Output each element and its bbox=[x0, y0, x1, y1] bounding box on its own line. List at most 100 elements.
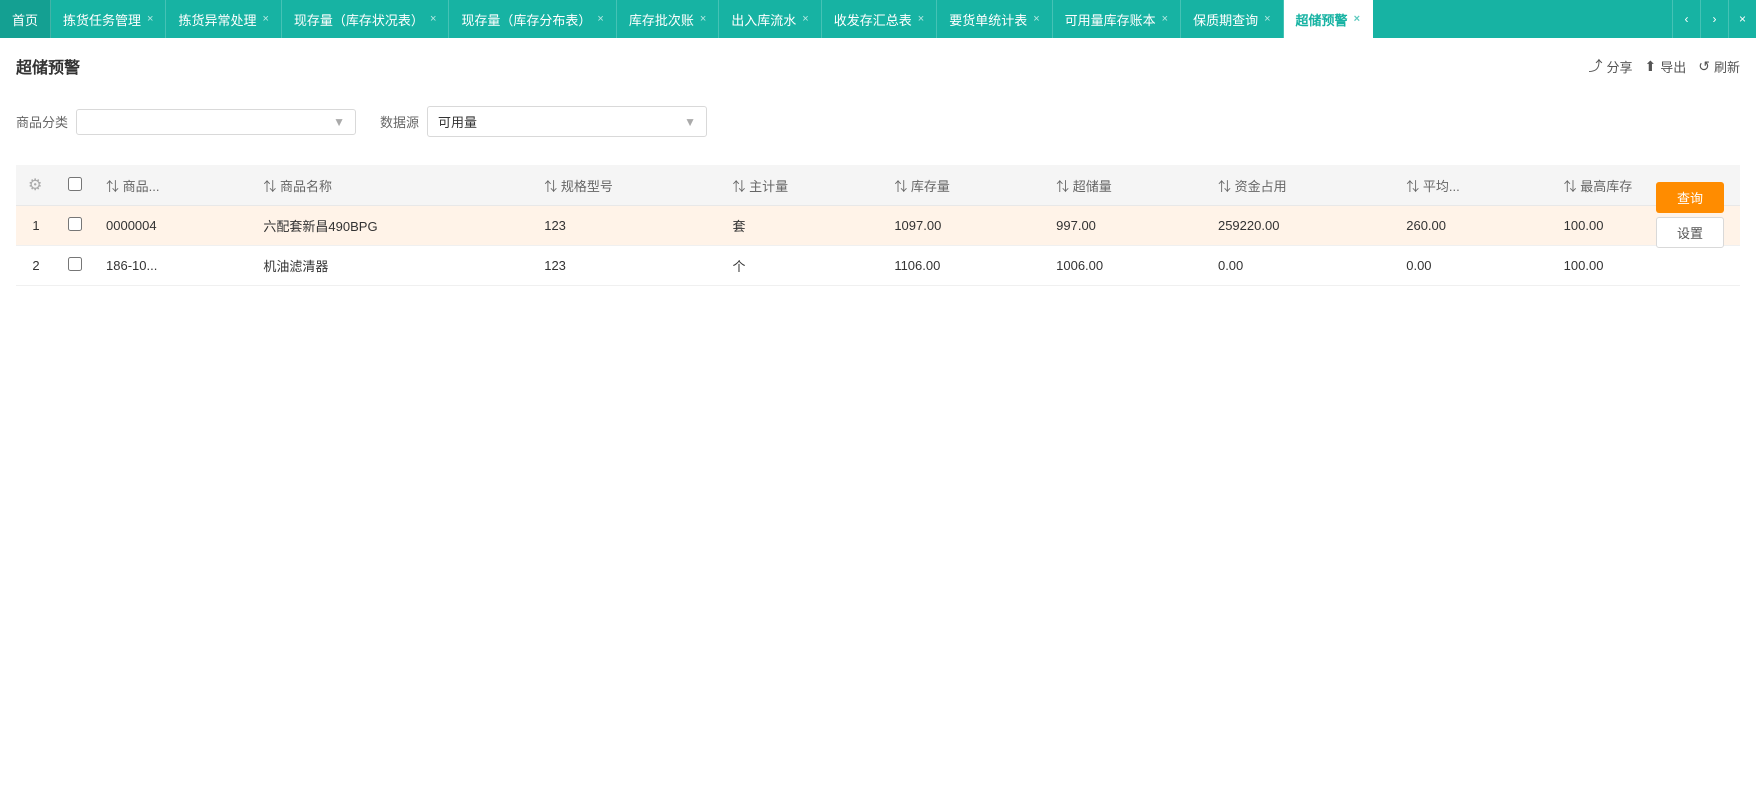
nav-item-close-3[interactable]: × bbox=[430, 13, 436, 25]
row-capital-1: 0.00 bbox=[1206, 246, 1394, 286]
row-unit-0: 套 bbox=[720, 206, 882, 246]
nav-item-7[interactable]: 收发存汇总表× bbox=[822, 0, 937, 38]
col-over-stock-label: ⇅ 超储量 bbox=[1056, 179, 1112, 194]
col-spec-label: ⇅ 规格型号 bbox=[544, 179, 613, 194]
row-checkbox-cell-1 bbox=[56, 246, 94, 286]
col-avg-price-label: ⇅ 平均... bbox=[1406, 179, 1459, 194]
col-settings: ⚙ bbox=[16, 165, 56, 206]
nav-item-close-5[interactable]: × bbox=[700, 13, 706, 25]
col-max-stock-label: ⇅ 最高库存 bbox=[1564, 179, 1633, 194]
nav-item-4[interactable]: 现存量（库存分布表）× bbox=[449, 0, 616, 38]
nav-item-0[interactable]: 首页 bbox=[0, 0, 51, 38]
table-header: ⚙ ⇅ 商品... ⇅ 商品名称 ⇅ 规格型号 ⇅ 主计量 bbox=[16, 165, 1740, 206]
nav-item-close-8[interactable]: × bbox=[1033, 13, 1039, 25]
col-product-code: ⇅ 商品... bbox=[94, 165, 251, 206]
row-spec-1: 123 bbox=[532, 246, 720, 286]
nav-prev-arrow[interactable]: ‹ bbox=[1672, 0, 1700, 38]
settings-gear-icon[interactable]: ⚙ bbox=[28, 177, 42, 194]
refresh-label: 刷新 bbox=[1714, 57, 1740, 76]
col-checkbox bbox=[56, 165, 94, 206]
refresh-icon: ↺ bbox=[1698, 58, 1710, 75]
nav-item-2[interactable]: 拣货异常处理× bbox=[166, 0, 281, 38]
export-action[interactable]: ⬆ 导出 bbox=[1645, 57, 1687, 76]
col-stock: ⇅ 库存量 bbox=[882, 165, 1044, 206]
nav-item-close-9[interactable]: × bbox=[1162, 13, 1168, 25]
table-row: 2 186-10... 机油滤清器 123 个 1106.00 1006.00 … bbox=[16, 246, 1740, 286]
col-product-code-label: ⇅ 商品... bbox=[106, 179, 159, 194]
nav-item-close-7[interactable]: × bbox=[918, 13, 924, 25]
share-label: 分享 bbox=[1606, 57, 1632, 76]
row-max-stock-1: 100.00 bbox=[1552, 246, 1740, 286]
col-over-stock: ⇅ 超储量 bbox=[1044, 165, 1206, 206]
row-product-name-0: 六配套新昌490BPG bbox=[251, 206, 532, 246]
nav-item-10[interactable]: 保质期查询× bbox=[1181, 0, 1283, 38]
data-source-filter: 数据源 可用量 ▼ bbox=[380, 106, 707, 137]
row-avg-price-0: 260.00 bbox=[1394, 206, 1551, 246]
nav-item-3[interactable]: 现存量（库存状况表）× bbox=[282, 0, 449, 38]
select-all-checkbox[interactable] bbox=[68, 177, 82, 191]
col-spec: ⇅ 规格型号 bbox=[532, 165, 720, 206]
row-num-1: 2 bbox=[16, 246, 56, 286]
table-row: 1 0000004 六配套新昌490BPG 123 套 1097.00 997.… bbox=[16, 206, 1740, 246]
row-stock-1: 1106.00 bbox=[882, 246, 1044, 286]
nav-arrows: ‹ › × bbox=[1672, 0, 1756, 38]
col-product-name-label: ⇅ 商品名称 bbox=[263, 179, 332, 194]
export-icon: ⬆ bbox=[1645, 58, 1657, 75]
share-icon: ⤴ bbox=[1588, 56, 1602, 76]
nav-item-close-2[interactable]: × bbox=[262, 13, 268, 25]
row-unit-1: 个 bbox=[720, 246, 882, 286]
row-product-code-0: 0000004 bbox=[94, 206, 251, 246]
query-button[interactable]: 查询 bbox=[1656, 182, 1724, 213]
data-source-select[interactable]: 可用量 ▼ bbox=[427, 106, 707, 137]
filter-buttons: 查询 设置 bbox=[1656, 182, 1724, 248]
page-title: 超储预警 bbox=[16, 54, 80, 78]
col-avg-price: ⇅ 平均... bbox=[1394, 165, 1551, 206]
col-capital: ⇅ 资金占用 bbox=[1206, 165, 1394, 206]
row-capital-0: 259220.00 bbox=[1206, 206, 1394, 246]
filter-area: 商品分类 ▼ 数据源 可用量 ▼ bbox=[16, 94, 1740, 149]
export-label: 导出 bbox=[1660, 57, 1686, 76]
col-capital-label: ⇅ 资金占用 bbox=[1218, 179, 1287, 194]
data-source-arrow-icon: ▼ bbox=[684, 115, 696, 129]
row-over-stock-1: 1006.00 bbox=[1044, 246, 1206, 286]
product-category-select[interactable]: ▼ bbox=[76, 109, 356, 135]
col-stock-label: ⇅ 库存量 bbox=[894, 179, 950, 194]
nav-next-arrow[interactable]: › bbox=[1700, 0, 1728, 38]
nav-item-close-1[interactable]: × bbox=[147, 13, 153, 25]
page-actions: ⤴ 分享 ⬆ 导出 ↺ 刷新 bbox=[1588, 56, 1740, 76]
data-source-label: 数据源 bbox=[380, 112, 419, 131]
nav-item-close-4[interactable]: × bbox=[597, 13, 603, 25]
settings-button[interactable]: 设置 bbox=[1656, 217, 1724, 248]
row-stock-0: 1097.00 bbox=[882, 206, 1044, 246]
row-num-0: 1 bbox=[16, 206, 56, 246]
col-unit: ⇅ 主计量 bbox=[720, 165, 882, 206]
top-navigation: 首页拣货任务管理×拣货异常处理×现存量（库存状况表）×现存量（库存分布表）×库存… bbox=[0, 0, 1756, 38]
nav-close-arrow[interactable]: × bbox=[1728, 0, 1756, 38]
data-source-value: 可用量 bbox=[438, 112, 477, 131]
row-checkbox-0[interactable] bbox=[68, 217, 82, 231]
nav-item-1[interactable]: 拣货任务管理× bbox=[51, 0, 166, 38]
nav-item-5[interactable]: 库存批次账× bbox=[617, 0, 719, 38]
nav-item-close-11[interactable]: × bbox=[1354, 13, 1360, 25]
product-category-label: 商品分类 bbox=[16, 112, 68, 131]
nav-item-6[interactable]: 出入库流水× bbox=[719, 0, 821, 38]
row-product-name-1: 机油滤清器 bbox=[251, 246, 532, 286]
product-category-arrow-icon: ▼ bbox=[333, 115, 345, 129]
col-product-name: ⇅ 商品名称 bbox=[251, 165, 532, 206]
data-table: ⚙ ⇅ 商品... ⇅ 商品名称 ⇅ 规格型号 ⇅ 主计量 bbox=[16, 165, 1740, 286]
nav-item-close-6[interactable]: × bbox=[802, 13, 808, 25]
row-spec-0: 123 bbox=[532, 206, 720, 246]
refresh-action[interactable]: ↺ 刷新 bbox=[1698, 57, 1740, 76]
nav-item-11[interactable]: 超储预警× bbox=[1284, 0, 1373, 38]
table-header-row: ⚙ ⇅ 商品... ⇅ 商品名称 ⇅ 规格型号 ⇅ 主计量 bbox=[16, 165, 1740, 206]
table-body: 1 0000004 六配套新昌490BPG 123 套 1097.00 997.… bbox=[16, 206, 1740, 286]
row-checkbox-1[interactable] bbox=[68, 257, 82, 271]
product-category-filter: 商品分类 ▼ bbox=[16, 109, 356, 135]
nav-item-close-10[interactable]: × bbox=[1264, 13, 1270, 25]
page-content: 超储预警 ⤴ 分享 ⬆ 导出 ↺ 刷新 商品分类 bbox=[0, 38, 1756, 800]
row-over-stock-0: 997.00 bbox=[1044, 206, 1206, 246]
share-action[interactable]: ⤴ 分享 bbox=[1588, 56, 1632, 76]
nav-item-8[interactable]: 要货单统计表× bbox=[937, 0, 1052, 38]
row-product-code-1: 186-10... bbox=[94, 246, 251, 286]
nav-item-9[interactable]: 可用量库存账本× bbox=[1053, 0, 1181, 38]
